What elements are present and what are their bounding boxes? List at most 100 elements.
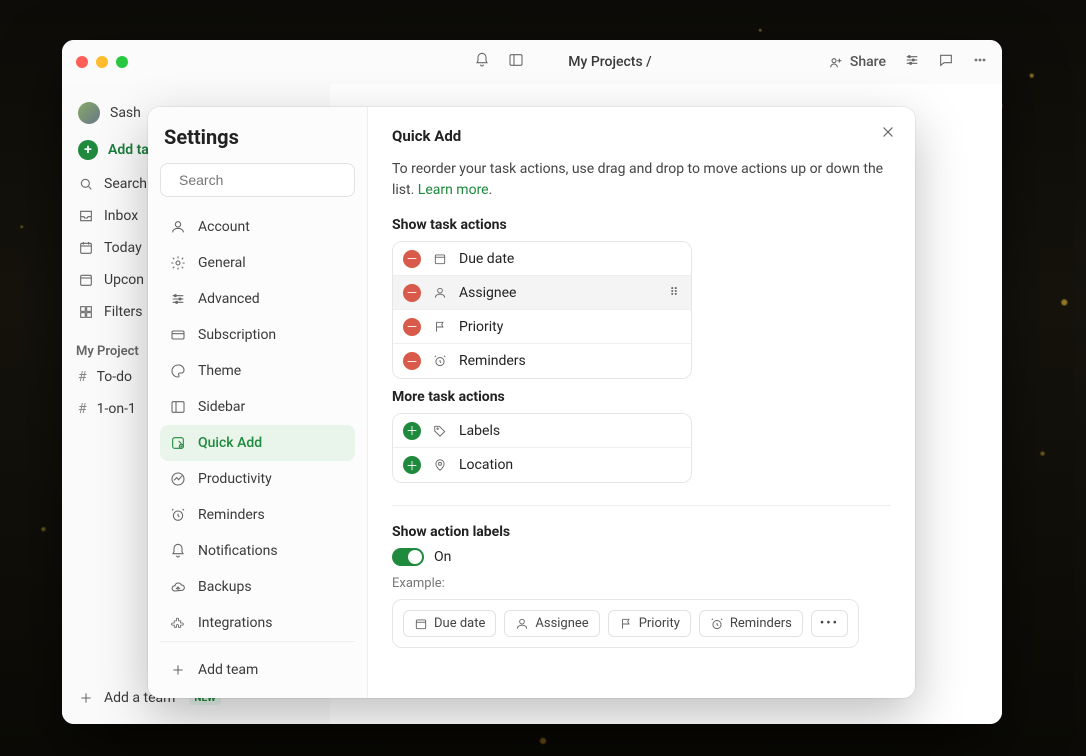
settings-title: Settings: [160, 125, 355, 149]
labels-toggle[interactable]: [392, 548, 424, 566]
chip-label: Reminders: [730, 616, 792, 631]
action-label: Priority: [459, 319, 503, 335]
plus-icon: [78, 690, 94, 706]
remove-button[interactable]: －: [403, 318, 421, 336]
calendar-icon: [431, 250, 449, 268]
action-label: Due date: [459, 251, 514, 267]
action-row-due-date[interactable]: － Due date: [393, 242, 691, 276]
settings-nav: Settings Account General Advanced Subscr…: [148, 107, 368, 698]
hash-icon: #: [78, 369, 87, 385]
add-button[interactable]: ＋: [403, 422, 421, 440]
sidebar-label: Today: [104, 240, 142, 256]
sidebar-toggle-icon[interactable]: [508, 52, 524, 72]
nav-label: Sidebar: [198, 399, 245, 415]
flag-icon: [431, 318, 449, 336]
card-icon: [170, 327, 186, 343]
nav-notifications[interactable]: Notifications: [160, 533, 355, 569]
nav-quick-add[interactable]: Quick Add: [160, 425, 355, 461]
close-button[interactable]: [879, 123, 897, 145]
nav-label: Notifications: [198, 543, 278, 559]
example-label: Example:: [392, 576, 891, 591]
nav-general[interactable]: General: [160, 245, 355, 281]
nav-theme[interactable]: Theme: [160, 353, 355, 389]
nav-label: Quick Add: [198, 435, 262, 451]
remove-button[interactable]: －: [403, 352, 421, 370]
sidebar-label: Filters: [104, 304, 143, 320]
alarm-icon: [170, 507, 186, 523]
action-row-priority[interactable]: － Priority: [393, 310, 691, 344]
action-row-assignee[interactable]: － Assignee: [393, 276, 691, 310]
add-task-label: Add ta: [108, 142, 149, 158]
nav-label: Integrations: [198, 615, 272, 631]
nav-add-team[interactable]: Add team: [160, 652, 355, 688]
window-controls: [76, 56, 128, 68]
nav-advanced[interactable]: Advanced: [160, 281, 355, 317]
user-icon: [170, 219, 186, 235]
action-row-reminders[interactable]: － Reminders: [393, 344, 691, 378]
more-actions-heading: More task actions: [392, 389, 891, 405]
nav-label: Add team: [198, 662, 258, 678]
sidebar-label: Search: [104, 176, 147, 192]
shown-actions-list: － Due date － Assignee － Priority － Re: [392, 241, 692, 379]
chip-reminders: Reminders: [699, 610, 803, 637]
puzzle-icon: [170, 615, 186, 631]
grid-icon: [78, 304, 94, 320]
nav-subscription[interactable]: Subscription: [160, 317, 355, 353]
remove-button[interactable]: －: [403, 284, 421, 302]
chip-more[interactable]: •••: [811, 610, 848, 637]
close-icon: [879, 123, 897, 141]
location-icon: [431, 456, 449, 474]
nav-label: General: [198, 255, 246, 271]
action-row-location[interactable]: ＋ Location: [393, 448, 691, 482]
nav-productivity[interactable]: Productivity: [160, 461, 355, 497]
remove-button[interactable]: －: [403, 250, 421, 268]
close-window-dot[interactable]: [76, 56, 88, 68]
topbar: My Projects / Share: [62, 40, 1002, 84]
action-row-labels[interactable]: ＋ Labels: [393, 414, 691, 448]
toggle-state: On: [434, 549, 451, 565]
content-description: To reorder your task actions, use drag a…: [392, 159, 891, 201]
more-actions-list: ＋ Labels ＋ Location: [392, 413, 692, 483]
minimize-window-dot[interactable]: [96, 56, 108, 68]
zoom-window-dot[interactable]: [116, 56, 128, 68]
example-box: Due date Assignee Priority Reminders •••: [392, 599, 859, 648]
content-heading: Quick Add: [392, 127, 891, 145]
palette-icon: [170, 363, 186, 379]
settings-search[interactable]: [160, 163, 355, 197]
nav-label: Reminders: [198, 507, 265, 523]
nav-sidebar[interactable]: Sidebar: [160, 389, 355, 425]
action-label: Location: [459, 457, 513, 473]
nav-reminders[interactable]: Reminders: [160, 497, 355, 533]
action-label: Reminders: [459, 353, 526, 369]
nav-account[interactable]: Account: [160, 209, 355, 245]
desc-post: .: [489, 182, 493, 198]
nav-label: Productivity: [198, 471, 272, 487]
sidebar-icon: [170, 399, 186, 415]
nav-label: Theme: [198, 363, 241, 379]
nav-integrations[interactable]: Integrations: [160, 605, 355, 641]
more-menu-icon[interactable]: [972, 52, 988, 72]
drag-handle-icon[interactable]: [667, 284, 681, 302]
divider: [392, 505, 891, 506]
chip-label: Due date: [434, 616, 485, 631]
share-button[interactable]: Share: [828, 54, 886, 70]
chip-priority: Priority: [608, 610, 691, 637]
chip-assignee: Assignee: [504, 610, 599, 637]
breadcrumb[interactable]: My Projects /: [568, 54, 651, 70]
sidebar-label: 1-on-1: [97, 401, 136, 417]
settings-modal: Settings Account General Advanced Subscr…: [148, 107, 915, 698]
nav-label: Subscription: [198, 327, 276, 343]
learn-more-link[interactable]: Learn more: [418, 182, 489, 198]
plus-icon: [170, 662, 186, 678]
add-button[interactable]: ＋: [403, 456, 421, 474]
comments-icon[interactable]: [938, 52, 954, 72]
sliders-icon: [170, 291, 186, 307]
user-name: Sash: [110, 105, 141, 121]
notifications-bell-icon[interactable]: [474, 52, 490, 72]
view-options-icon[interactable]: [904, 52, 920, 72]
search-icon: [78, 176, 94, 192]
quick-add-icon: [170, 435, 186, 451]
nav-backups[interactable]: Backups: [160, 569, 355, 605]
settings-search-input[interactable]: [179, 172, 360, 188]
flag-icon: [619, 617, 633, 631]
